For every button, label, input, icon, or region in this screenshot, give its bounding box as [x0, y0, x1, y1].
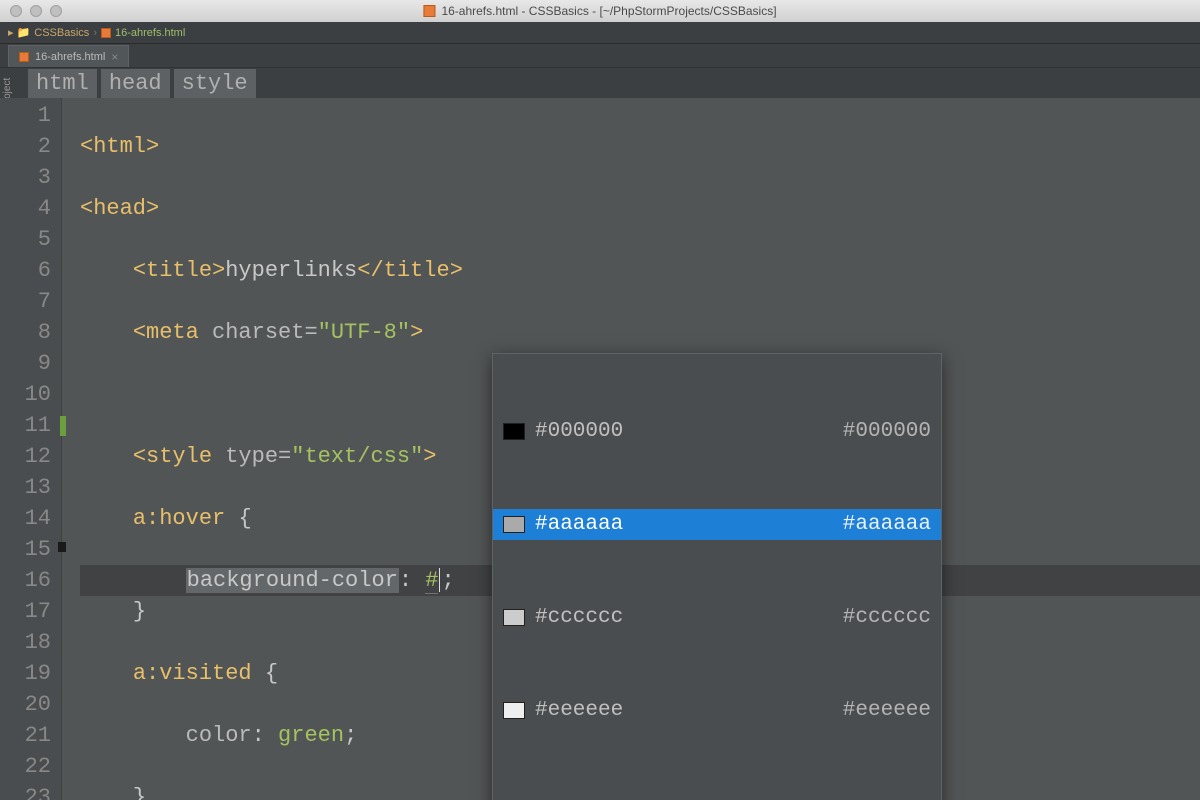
breadcrumb: html head style: [0, 68, 1200, 98]
chevron-right-icon: ›: [93, 27, 97, 39]
line-number: 10: [0, 379, 51, 410]
navigation-bar: ▸ 📁 CSSBasics › 16-ahrefs.html: [0, 22, 1200, 44]
line-number: 17: [0, 596, 51, 627]
zoom-window-button[interactable]: [50, 5, 62, 17]
line-number: 1: [0, 100, 51, 131]
close-icon[interactable]: ×: [111, 50, 118, 64]
completion-footer: Press ^. to choose the selected (or firs…: [493, 788, 941, 800]
line-number: 7: [0, 286, 51, 317]
editor-tabs: 16-ahrefs.html ×: [0, 44, 1200, 68]
code-completion-popup[interactable]: #000000 #000000 #aaaaaa #aaaaaa #cccccc …: [492, 353, 942, 800]
color-swatch-icon: [503, 702, 525, 719]
minimize-window-button[interactable]: [30, 5, 42, 17]
code-line[interactable]: <head>: [80, 193, 1200, 224]
completion-label: #000000: [535, 416, 833, 447]
completion-more-icon[interactable]: >> π: [906, 791, 934, 800]
line-number: 3: [0, 162, 51, 193]
completion-hint: #000000: [843, 416, 931, 447]
line-number: 20: [0, 689, 51, 720]
code-area[interactable]: <html> <head> <title>hyperlinks</title> …: [62, 98, 1200, 800]
completion-item-selected[interactable]: #aaaaaa #aaaaaa: [493, 509, 941, 540]
file-type-icon: [19, 52, 29, 62]
app-icon: [423, 5, 435, 17]
breadcrumb-item[interactable]: style: [174, 69, 256, 98]
completion-item[interactable]: #cccccc #cccccc: [493, 602, 941, 633]
line-number: 9: [0, 348, 51, 379]
line-number: 21: [0, 720, 51, 751]
close-window-button[interactable]: [10, 5, 22, 17]
code-line[interactable]: <meta charset="UTF-8">: [80, 317, 1200, 348]
window-title-text: 16-ahrefs.html - CSSBasics - [~/PhpStorm…: [441, 4, 776, 18]
line-number: 22: [0, 751, 51, 782]
line-number: 13: [0, 472, 51, 503]
window-title: 16-ahrefs.html - CSSBasics - [~/PhpStorm…: [423, 4, 776, 18]
completion-hint: #aaaaaa: [843, 509, 931, 540]
nav-folder[interactable]: CSSBasics: [34, 27, 89, 39]
color-swatch-icon: [503, 609, 525, 626]
line-number: 18: [0, 627, 51, 658]
completion-hint: #cccccc: [843, 602, 931, 633]
breadcrumb-item[interactable]: html: [28, 69, 97, 98]
line-number: 23: [0, 782, 51, 800]
code-line[interactable]: <html>: [80, 131, 1200, 162]
line-number: 12: [0, 441, 51, 472]
line-number: 6: [0, 255, 51, 286]
line-number: 14: [0, 503, 51, 534]
traffic-lights: [0, 5, 62, 17]
line-number: 11: [0, 410, 51, 441]
line-number: 2: [0, 131, 51, 162]
line-number: 15: [0, 534, 51, 565]
code-editor[interactable]: 1 2 3 4 5 6 7 8 9 10 11 12 13 14 15 16 1…: [0, 98, 1200, 800]
breadcrumb-item[interactable]: head: [101, 69, 170, 98]
nav-file[interactable]: 16-ahrefs.html: [115, 27, 185, 39]
completion-label: #cccccc: [535, 602, 833, 633]
line-number: 5: [0, 224, 51, 255]
tab-16-ahrefs[interactable]: 16-ahrefs.html ×: [8, 45, 129, 67]
completion-label: #eeeeee: [535, 695, 833, 726]
code-line[interactable]: <title>hyperlinks</title>: [80, 255, 1200, 286]
file-icon: [101, 28, 111, 38]
line-number: 4: [0, 193, 51, 224]
completion-item[interactable]: #000000 #000000: [493, 416, 941, 447]
completion-hint: #eeeeee: [843, 695, 931, 726]
line-number: 16: [0, 565, 51, 596]
line-gutter: 1 2 3 4 5 6 7 8 9 10 11 12 13 14 15 16 1…: [0, 98, 62, 800]
folder-icon: ▸ 📁: [8, 26, 30, 39]
completion-hint-text: Press ^. to choose the selected (or firs…: [501, 791, 884, 800]
color-swatch-icon: [503, 516, 525, 533]
line-number: 19: [0, 658, 51, 689]
tab-label: 16-ahrefs.html: [35, 51, 105, 63]
color-swatch-icon: [503, 423, 525, 440]
completion-item[interactable]: #eeeeee #eeeeee: [493, 695, 941, 726]
window-titlebar: 16-ahrefs.html - CSSBasics - [~/PhpStorm…: [0, 0, 1200, 22]
line-number: 8: [0, 317, 51, 348]
completion-label: #aaaaaa: [535, 509, 833, 540]
